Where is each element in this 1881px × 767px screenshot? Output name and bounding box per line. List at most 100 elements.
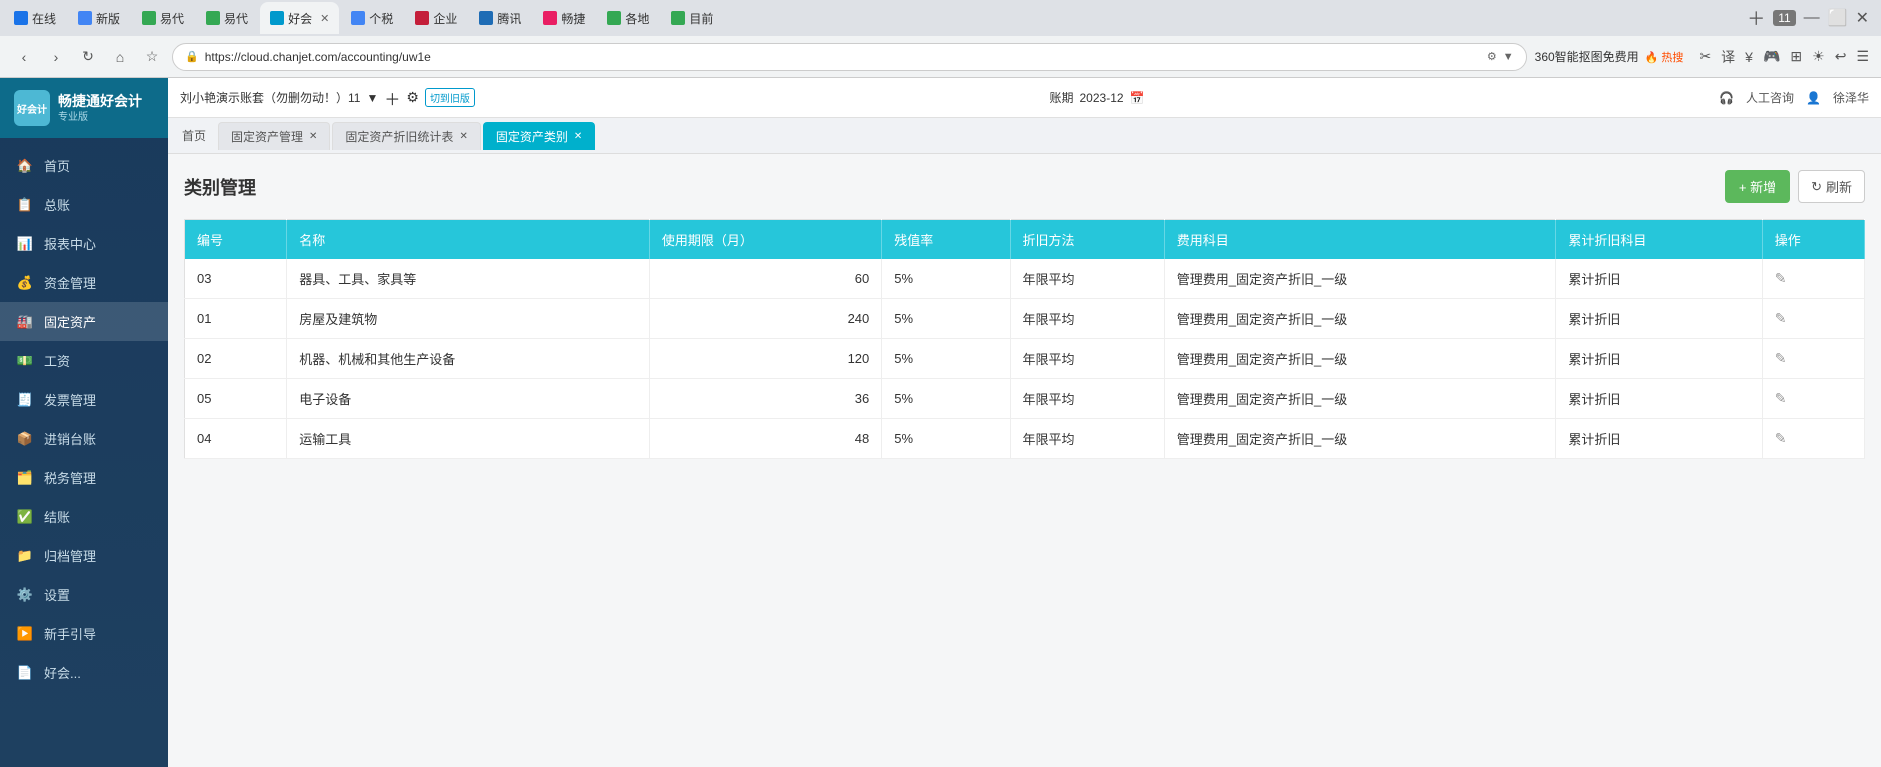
closing-icon: ✅ [16, 508, 34, 526]
browser-tab-tab2[interactable]: 新版 [68, 2, 130, 34]
sidebar-item-more[interactable]: 📄好会... [0, 653, 168, 692]
browser-tab-tab11[interactable]: 目前 [661, 2, 723, 34]
edit-btn[interactable]: ✎ [1775, 390, 1787, 406]
tab-label: 个税 [369, 10, 393, 27]
sidebar-item-inventory[interactable]: 📦进销台账 [0, 419, 168, 458]
translate-icon[interactable]: 译 [1721, 47, 1735, 67]
page-tab-category[interactable]: 固定资产类别 ✕ [483, 122, 595, 150]
table-header-残值率: 残值率 [882, 220, 1010, 260]
bookmark-btn[interactable]: ☆ [140, 45, 164, 69]
sidebar-item-label-payroll: 工资 [44, 351, 70, 370]
browser-tab-tab9[interactable]: 畅捷 [533, 2, 595, 34]
page-tab-assets_mgmt[interactable]: 固定资产管理✕ [218, 122, 330, 150]
table-body: 03器具、工具、家具等605%年限平均管理费用_固定资产折旧_一级累计折旧✎01… [185, 259, 1865, 459]
cell-period: 120 [649, 339, 881, 379]
cell-expense-subject: 管理费用_固定资产折旧_一级 [1164, 299, 1556, 339]
user-info: 刘小艳演示账套（勿删勿动！）11 ▼ ＋ ⚙ 切到旧版 [180, 86, 475, 110]
refresh-nav-btn[interactable]: ↻ [76, 45, 100, 69]
tab-favicon [14, 11, 28, 25]
cell-code[interactable]: 01 [185, 299, 287, 339]
support-label[interactable]: 人工咨询 [1746, 89, 1794, 106]
browser-tab-tab3[interactable]: 易代 [132, 2, 194, 34]
edit-btn[interactable]: ✎ [1775, 310, 1787, 326]
page-tab-close-depreciation[interactable]: ✕ [459, 131, 467, 142]
browser-tab-tab4[interactable]: 易代 [196, 2, 258, 34]
sidebar-item-settings[interactable]: ⚙️设置 [0, 575, 168, 614]
minimize-btn[interactable]: — [1804, 9, 1820, 27]
sidebar-item-payroll[interactable]: 💵 工资 [0, 341, 168, 380]
username-label: 徐泽华 [1833, 89, 1869, 106]
browser-tab-tab6[interactable]: 个税 [341, 2, 403, 34]
brightness-icon[interactable]: ☀ [1812, 48, 1825, 65]
url-bar[interactable]: 🔒 https://cloud.chanjet.com/accounting/u… [172, 43, 1527, 71]
cell-period: 48 [649, 419, 881, 459]
grid-icon[interactable]: ⊞ [1790, 48, 1802, 65]
undo-icon[interactable]: ↩ [1835, 48, 1847, 65]
inventory-icon: 📦 [16, 430, 34, 448]
tab-label: 易代 [224, 10, 248, 27]
tab-label: 畅捷 [561, 10, 585, 27]
sidebar-item-archive[interactable]: 📁归档管理 [0, 536, 168, 575]
dropdown-arrow-icon[interactable]: ▼ [366, 91, 378, 105]
edit-btn[interactable]: ✎ [1775, 350, 1787, 366]
sidebar-item-assets[interactable]: 🏭固定资产 [0, 302, 168, 341]
sidebar-item-funds[interactable]: 💰资金管理 [0, 263, 168, 302]
tab-label: 易代 [160, 10, 184, 27]
back-btn[interactable]: ‹ [12, 45, 36, 69]
scissors-icon[interactable]: ✂ [1699, 48, 1711, 65]
maximize-btn[interactable]: ⬜ [1828, 8, 1848, 28]
close-browser-btn[interactable]: ✕ [1856, 8, 1869, 28]
url-dropdown-icon[interactable]: ▼ [1503, 51, 1514, 63]
page-tab-close-assets_mgmt[interactable]: ✕ [309, 131, 317, 142]
sidebar-item-closing[interactable]: ✅结账 [0, 497, 168, 536]
cell-code[interactable]: 04 [185, 419, 287, 459]
tab-favicon [671, 11, 685, 25]
sidebar-item-home[interactable]: 🏠首页 [0, 146, 168, 185]
tab-label: 企业 [433, 10, 457, 27]
browser-tab-tab5[interactable]: 好会✕ [260, 2, 339, 34]
forward-btn[interactable]: › [44, 45, 68, 69]
sidebar-item-tax[interactable]: 🗂️税务管理 [0, 458, 168, 497]
period-info: 账期 2023-12 📅 [1049, 89, 1144, 106]
wallet-icon[interactable]: ¥ [1745, 49, 1753, 65]
browser-tab-tab1[interactable]: 在线 [4, 2, 66, 34]
page-tab-depreciation[interactable]: 固定资产折旧统计表 ✕ [332, 122, 480, 150]
browser-tab-tab7[interactable]: 企业 [405, 2, 467, 34]
page-tab-label-category: 固定资产类别 [496, 128, 568, 145]
calendar-icon[interactable]: 📅 [1130, 91, 1145, 105]
payroll-icon: 💵 [16, 352, 34, 370]
cell-code[interactable]: 03 [185, 259, 287, 299]
cell-code[interactable]: 02 [185, 339, 287, 379]
game-icon[interactable]: 🎮 [1763, 48, 1780, 65]
browser-tab-tab8[interactable]: 腾讯 [469, 2, 531, 34]
cell-code[interactable]: 05 [185, 379, 287, 419]
menu-icon[interactable]: ☰ [1856, 48, 1869, 65]
sidebar-item-guide[interactable]: ▶️新手引导 [0, 614, 168, 653]
table-row: 04运输工具485%年限平均管理费用_固定资产折旧_一级累计折旧✎ [185, 419, 1865, 459]
sidebar-item-label-reports: 报表中心 [44, 234, 96, 253]
cell-name: 机器、机械和其他生产设备 [287, 339, 650, 379]
page-tab-label-depreciation: 固定资产折旧统计表 [345, 128, 453, 145]
home-nav-btn[interactable]: ⌂ [108, 45, 132, 69]
switch-version-btn[interactable]: 切到旧版 [425, 88, 475, 107]
sidebar-item-reports[interactable]: 📊报表中心 [0, 224, 168, 263]
cell-operation: ✎ [1762, 419, 1864, 459]
tab-count-badge[interactable]: 11 [1773, 10, 1795, 26]
add-btn[interactable]: + 新增 [1725, 170, 1790, 203]
add-account-btn[interactable]: ＋ [384, 86, 400, 110]
sidebar-item-label-ledger: 总账 [44, 195, 70, 214]
sidebar-item-ledger[interactable]: 📋总账 [0, 185, 168, 224]
browser-tab-tab10[interactable]: 各地 [597, 2, 659, 34]
edit-btn[interactable]: ✎ [1775, 430, 1787, 446]
cell-period: 240 [649, 299, 881, 339]
tab-close-btn[interactable]: ✕ [320, 12, 329, 25]
sidebar-item-invoice[interactable]: 🧾发票管理 [0, 380, 168, 419]
new-tab-btn[interactable]: ＋ [1747, 5, 1765, 31]
cell-method: 年限平均 [1010, 379, 1164, 419]
page-tab-home[interactable]: 首页 [172, 122, 216, 150]
settings-gear-icon[interactable]: ⚙ [406, 89, 419, 106]
edit-btn[interactable]: ✎ [1775, 270, 1787, 286]
refresh-btn[interactable]: ↻ 刷新 [1798, 170, 1865, 203]
tab-bar-actions: ＋ 11 — ⬜ ✕ [1747, 5, 1877, 31]
page-tab-close-category[interactable]: ✕ [574, 131, 582, 142]
